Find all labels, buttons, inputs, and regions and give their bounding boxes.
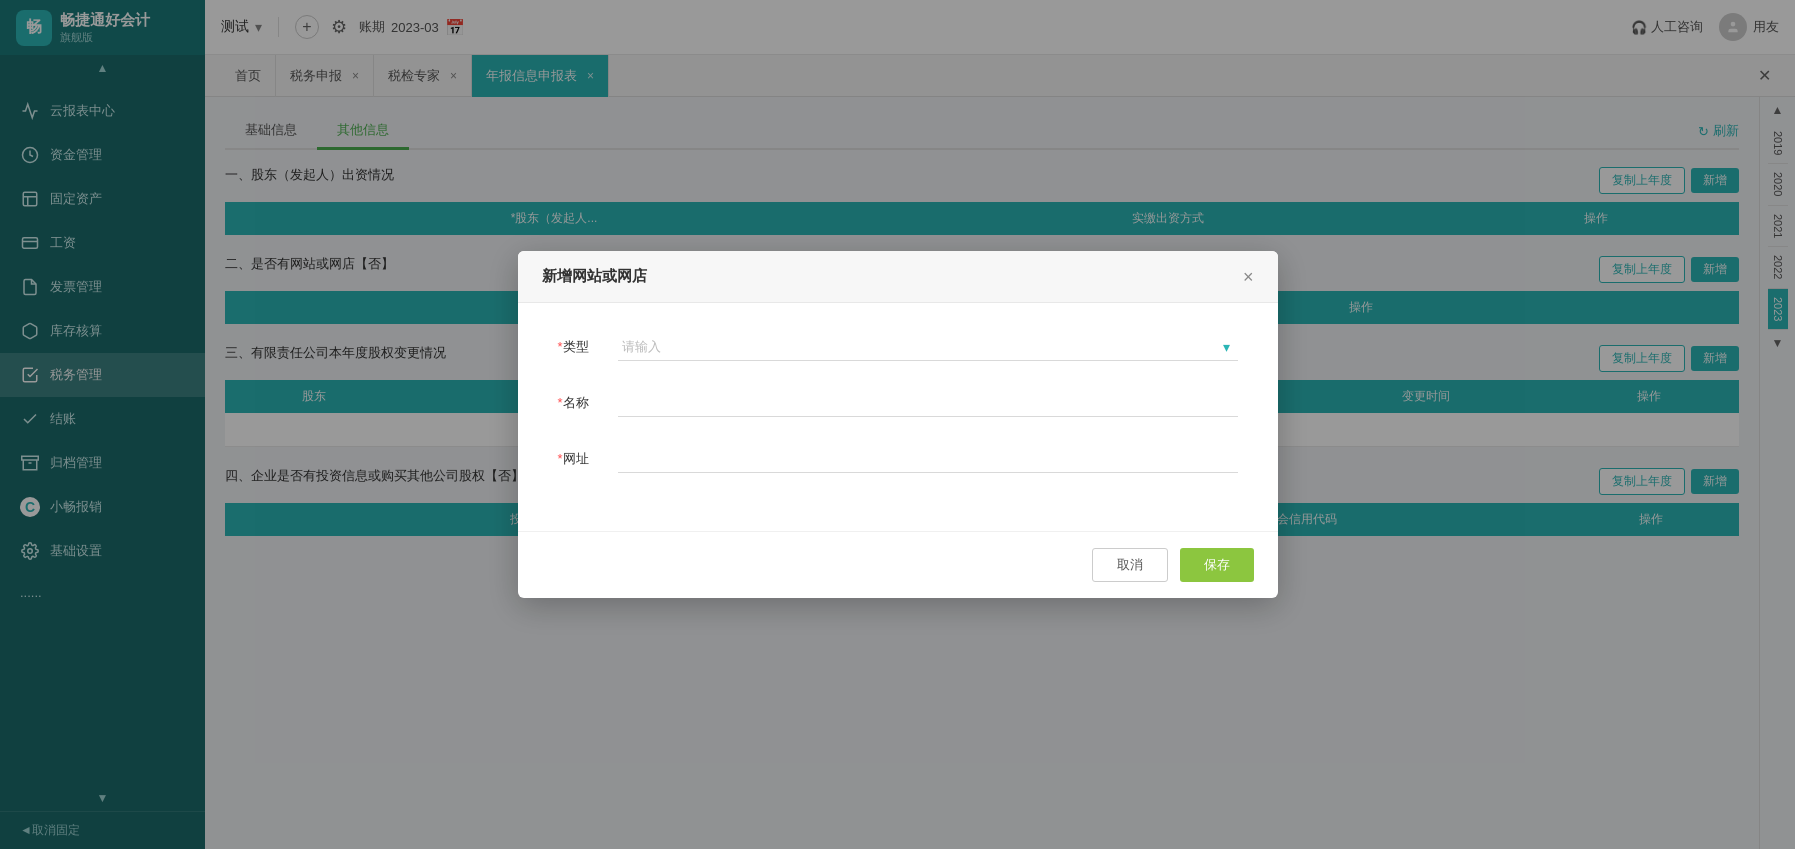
- form-input-wrap-type: ▾: [618, 333, 1238, 361]
- dialog-title: 新增网站或网店: [542, 267, 647, 286]
- form-label-name: *名称: [558, 394, 618, 412]
- type-input[interactable]: [618, 333, 1238, 361]
- dialog-footer: 取消 保存: [518, 531, 1278, 598]
- dialog-body: *类型 ▾ *名称 *网址: [518, 303, 1278, 531]
- form-row-type: *类型 ▾: [558, 333, 1238, 361]
- form-label-url: *网址: [558, 450, 618, 468]
- dialog-overlay: 新增网站或网店 × *类型 ▾ *名称: [0, 0, 1795, 849]
- form-input-wrap-name: [618, 389, 1238, 417]
- form-row-name: *名称: [558, 389, 1238, 417]
- form-label-type: *类型: [558, 338, 618, 356]
- dialog-header: 新增网站或网店 ×: [518, 251, 1278, 303]
- cancel-button[interactable]: 取消: [1092, 548, 1168, 582]
- type-dropdown-arrow[interactable]: ▾: [1223, 339, 1230, 355]
- url-input[interactable]: [618, 445, 1238, 473]
- add-website-dialog: 新增网站或网店 × *类型 ▾ *名称: [518, 251, 1278, 598]
- dialog-close-button[interactable]: ×: [1243, 268, 1254, 286]
- form-input-wrap-url: [618, 445, 1238, 473]
- name-input[interactable]: [618, 389, 1238, 417]
- form-row-url: *网址: [558, 445, 1238, 473]
- save-button[interactable]: 保存: [1180, 548, 1254, 582]
